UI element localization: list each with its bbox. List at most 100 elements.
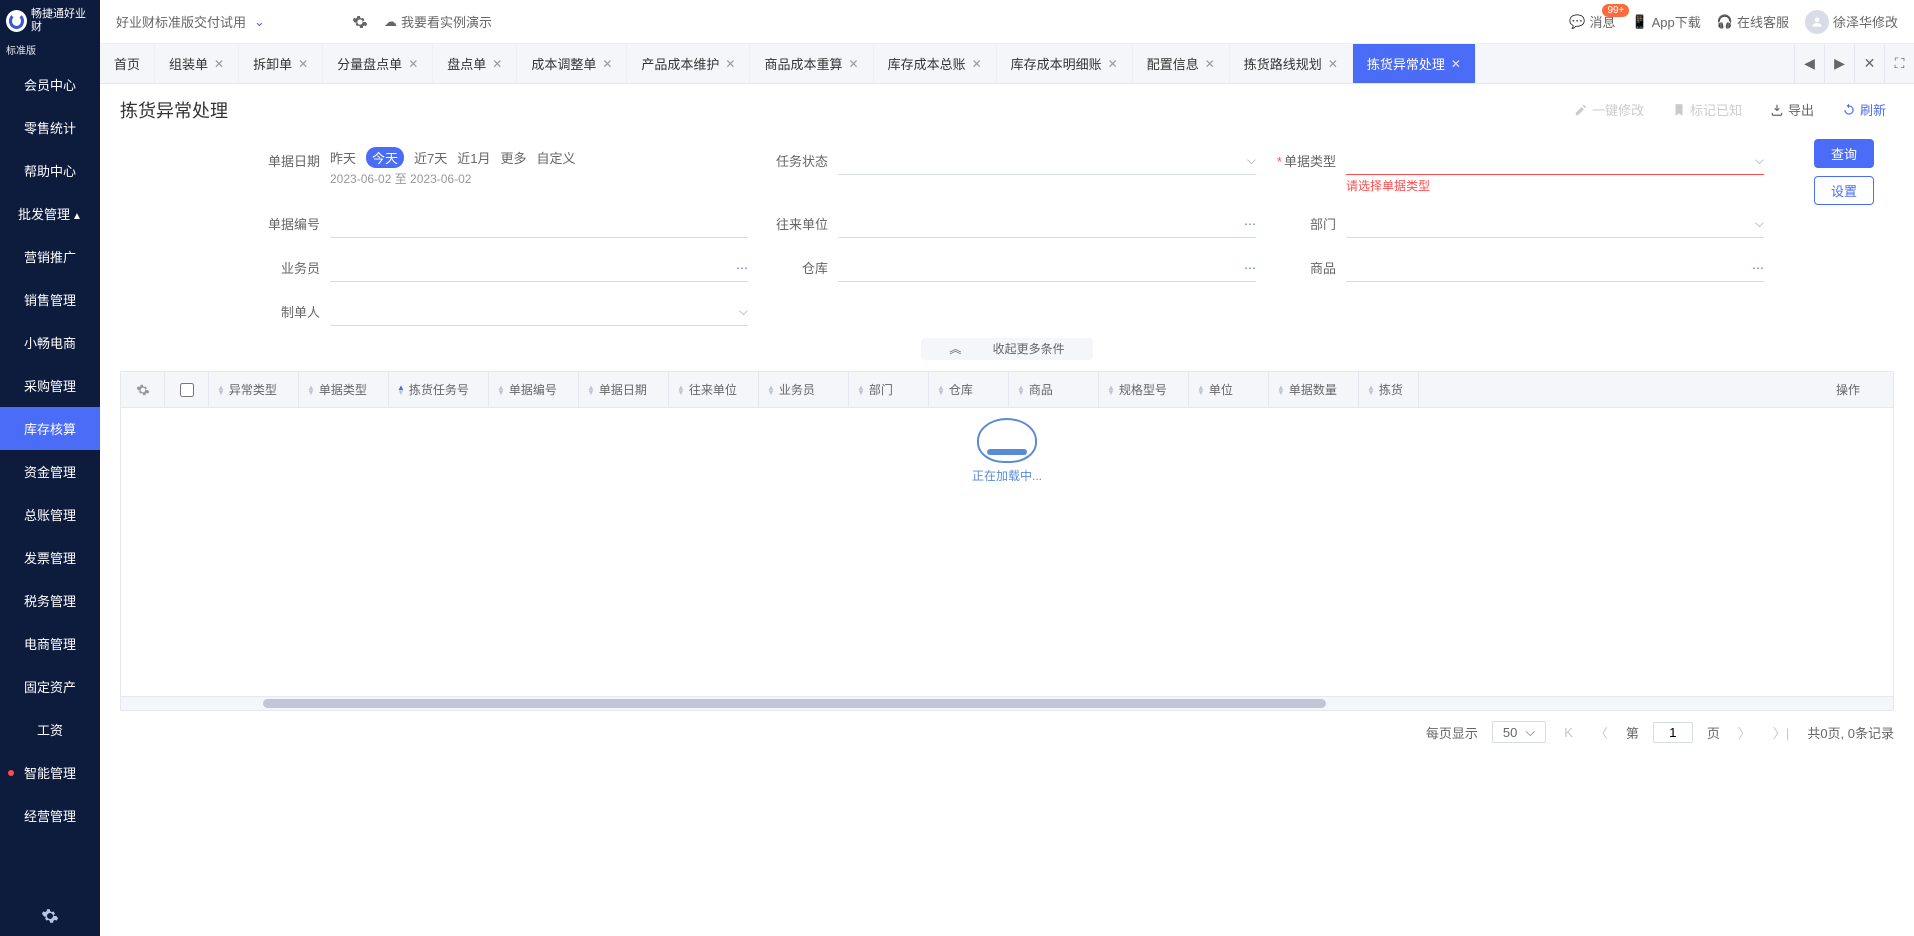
sidebar-settings-button[interactable]: [0, 899, 100, 936]
date-option[interactable]: 昨天: [330, 148, 356, 167]
sidebar-item-17[interactable]: 经营管理: [0, 794, 100, 837]
tab-11[interactable]: 拣货路线规划✕: [1230, 44, 1353, 83]
sidebar-item-0[interactable]: 会员中心: [0, 63, 100, 106]
sidebar-item-7[interactable]: 采购管理: [0, 364, 100, 407]
sidebar-item-16[interactable]: 智能管理: [0, 751, 100, 794]
pager-next[interactable]: 〉: [1734, 723, 1755, 742]
page-size-select[interactable]: 50⌵: [1492, 721, 1546, 743]
app-download-button[interactable]: 📱 App下载: [1631, 12, 1700, 31]
user-menu[interactable]: 徐泽华修改: [1805, 10, 1898, 34]
sidebar-item-12[interactable]: 税务管理: [0, 579, 100, 622]
tab-10[interactable]: 配置信息✕: [1133, 44, 1230, 83]
pager-first[interactable]: K: [1560, 725, 1577, 740]
close-icon[interactable]: ✕: [972, 57, 982, 71]
filter-doc-no-input[interactable]: [330, 210, 748, 238]
column-header[interactable]: ▲▼往来单位: [669, 372, 759, 407]
scrollbar-thumb[interactable]: [263, 699, 1326, 708]
close-icon[interactable]: ✕: [1328, 57, 1338, 71]
column-header[interactable]: ▲▼部门: [849, 372, 929, 407]
close-icon[interactable]: ✕: [408, 57, 418, 71]
table-settings-button[interactable]: [121, 372, 165, 407]
sidebar-item-2[interactable]: 帮助中心: [0, 149, 100, 192]
demo-link[interactable]: ☁ 我要看实例演示: [384, 12, 492, 31]
sidebar-item-4[interactable]: 营销推广: [0, 235, 100, 278]
close-icon[interactable]: ✕: [1108, 57, 1118, 71]
topbar-settings-button[interactable]: [352, 14, 368, 30]
refresh-button[interactable]: 刷新: [1834, 96, 1894, 123]
close-icon[interactable]: ✕: [849, 57, 859, 71]
sort-icon[interactable]: ▲▼: [767, 385, 775, 395]
filter-task-status-input[interactable]: ⌵: [838, 147, 1256, 175]
sort-icon[interactable]: ▲▼: [1107, 385, 1115, 395]
more-icon[interactable]: ⋯: [736, 261, 748, 275]
sidebar-item-1[interactable]: 零售统计: [0, 106, 100, 149]
sort-icon[interactable]: ▲▼: [497, 385, 505, 395]
messages-button[interactable]: 💬 消息 99+: [1569, 12, 1615, 31]
tab-2[interactable]: 拆卸单✕: [239, 44, 323, 83]
column-header[interactable]: ▲▼规格型号: [1099, 372, 1189, 407]
tab-6[interactable]: 产品成本维护✕: [627, 44, 750, 83]
sidebar-item-8[interactable]: 库存核算: [0, 407, 100, 450]
tab-0[interactable]: 首页: [100, 44, 155, 83]
date-option[interactable]: 自定义: [537, 148, 576, 167]
customer-service-button[interactable]: 🎧 在线客服: [1717, 12, 1789, 31]
sort-icon[interactable]: ▲▼: [1197, 385, 1205, 395]
date-option[interactable]: 今天: [366, 147, 404, 168]
sort-icon[interactable]: ▲▼: [217, 385, 225, 395]
filter-partner-input[interactable]: ⋯: [838, 210, 1256, 238]
product-selector[interactable]: 好业财标准版交付试用 ⌄: [116, 12, 336, 31]
tab-5[interactable]: 成本调整单✕: [517, 44, 627, 83]
sidebar-item-6[interactable]: 小畅电商: [0, 321, 100, 364]
filter-product-input[interactable]: ⋯: [1346, 254, 1764, 282]
select-all-checkbox[interactable]: [180, 383, 194, 397]
tab-9[interactable]: 库存成本明细账✕: [997, 44, 1133, 83]
horizontal-scrollbar[interactable]: [121, 696, 1893, 710]
sidebar-item-9[interactable]: 资金管理: [0, 450, 100, 493]
close-icon[interactable]: ✕: [1205, 57, 1215, 71]
query-button[interactable]: 查询: [1814, 139, 1874, 168]
column-header[interactable]: ▲▼单据数量: [1269, 372, 1359, 407]
export-button[interactable]: 导出: [1762, 96, 1822, 123]
sidebar-item-14[interactable]: 固定资产: [0, 665, 100, 708]
tab-8[interactable]: 库存成本总账✕: [874, 44, 997, 83]
filter-warehouse-input[interactable]: ⋯: [838, 254, 1256, 282]
more-icon[interactable]: ⋯: [1244, 261, 1256, 275]
column-header[interactable]: ▲▼单据类型: [299, 372, 389, 407]
tab-12[interactable]: 拣货异常处理✕: [1353, 44, 1476, 83]
sidebar-item-13[interactable]: 电商管理: [0, 622, 100, 665]
close-icon[interactable]: ✕: [602, 57, 612, 71]
sidebar-item-3[interactable]: 批发管理▲: [0, 192, 100, 235]
sort-icon[interactable]: ▲▼: [1277, 385, 1285, 395]
column-header[interactable]: ▲▼商品: [1009, 372, 1099, 407]
filter-creator-input[interactable]: ⌵: [330, 298, 748, 326]
tabs-scroll-left[interactable]: ◀: [1794, 44, 1824, 84]
date-option[interactable]: 更多: [501, 148, 527, 167]
column-header[interactable]: ▲▼仓库: [929, 372, 1009, 407]
tabs-fullscreen[interactable]: ⛶: [1884, 44, 1914, 84]
close-icon[interactable]: ✕: [725, 57, 735, 71]
filter-doc-type-input[interactable]: ⌵: [1346, 147, 1764, 175]
more-icon[interactable]: ⋯: [1244, 217, 1256, 231]
sort-icon[interactable]: ▲▼: [307, 385, 315, 395]
tab-7[interactable]: 商品成本重算✕: [750, 44, 873, 83]
sort-icon[interactable]: ▲▼: [1017, 385, 1025, 395]
column-header[interactable]: ▲▼业务员: [759, 372, 849, 407]
more-icon[interactable]: ⋯: [1752, 261, 1764, 275]
close-icon[interactable]: ✕: [298, 57, 308, 71]
tabs-scroll-right[interactable]: ▶: [1824, 44, 1854, 84]
filter-dept-input[interactable]: ⌵: [1346, 210, 1764, 238]
settings-button[interactable]: 设置: [1814, 176, 1874, 205]
sort-icon[interactable]: ▲▼: [937, 385, 945, 395]
pager-prev[interactable]: 〈: [1591, 723, 1612, 742]
date-option[interactable]: 近7天: [414, 148, 447, 167]
sidebar-item-10[interactable]: 总账管理: [0, 493, 100, 536]
tabs-close-all[interactable]: ✕: [1854, 44, 1884, 84]
sidebar-item-5[interactable]: 销售管理: [0, 278, 100, 321]
column-header[interactable]: ▲▼单据日期: [579, 372, 669, 407]
collapse-filters-button[interactable]: ︽ 收起更多条件: [921, 338, 1092, 360]
column-header[interactable]: ▲▼单位: [1189, 372, 1269, 407]
sort-icon[interactable]: ▲▼: [677, 385, 685, 395]
date-option[interactable]: 近1月: [457, 148, 490, 167]
close-icon[interactable]: ✕: [492, 57, 502, 71]
column-header[interactable]: ▲▼拣货: [1359, 372, 1419, 407]
